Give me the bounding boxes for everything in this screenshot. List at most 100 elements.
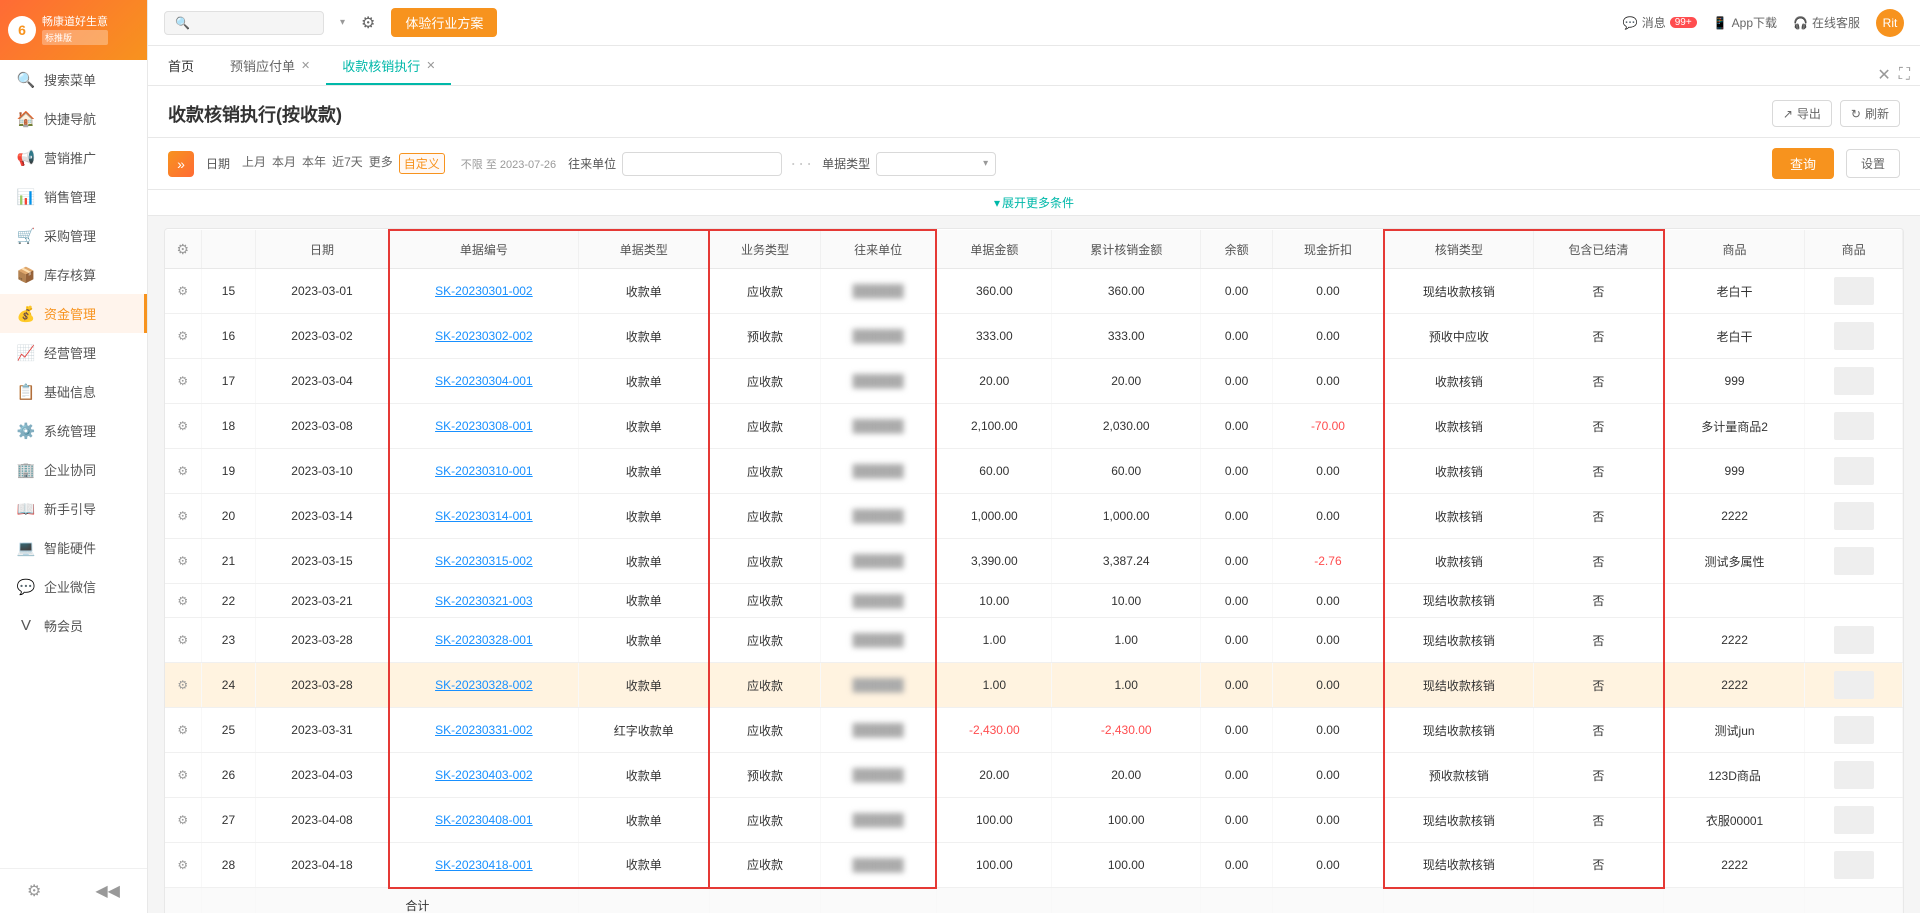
row-sn[interactable]: SK-20230328-001 — [389, 618, 579, 663]
sidebar-item-basic[interactable]: 📋 基础信息 — [0, 372, 147, 411]
expand-more-btn[interactable]: ▾ 展开更多条件 — [148, 190, 1920, 215]
date-link-this-year[interactable]: 本年 — [302, 153, 326, 174]
settings-bottom-btn[interactable]: ⚙ — [19, 877, 49, 905]
online-support-action[interactable]: 🎧 在线客服 — [1793, 14, 1860, 31]
sidebar-item-label: 采购管理 — [44, 226, 96, 245]
row-sn[interactable]: SK-20230328-002 — [389, 663, 579, 708]
table-row[interactable]: ⚙ 24 2023-03-28 SK-20230328-002 收款单 应收款 … — [165, 663, 1903, 708]
row-gear[interactable]: ⚙ — [165, 404, 201, 449]
sidebar-item-operations[interactable]: 📈 经营管理 — [0, 333, 147, 372]
maximize-icon[interactable]: ⛶ — [1899, 66, 1910, 84]
row-sn[interactable]: SK-20230308-001 — [389, 404, 579, 449]
row-gear[interactable]: ⚙ — [165, 618, 201, 663]
sidebar-item-search[interactable]: 🔍 搜索菜单 — [0, 60, 147, 99]
tab-presale-close[interactable]: ✕ — [301, 59, 310, 72]
row-sn[interactable]: SK-20230310-001 — [389, 449, 579, 494]
table-row[interactable]: ⚙ 18 2023-03-08 SK-20230308-001 收款单 应收款 … — [165, 404, 1903, 449]
table-row[interactable]: ⚙ 23 2023-03-28 SK-20230328-001 收款单 应收款 … — [165, 618, 1903, 663]
table-row[interactable]: ⚙ 28 2023-04-18 SK-20230418-001 收款单 应收款 … — [165, 843, 1903, 888]
row-gear[interactable]: ⚙ — [165, 359, 201, 404]
table-row[interactable]: ⚙ 19 2023-03-10 SK-20230310-001 收款单 应收款 … — [165, 449, 1903, 494]
table-row[interactable]: ⚙ 20 2023-03-14 SK-20230314-001 收款单 应收款 … — [165, 494, 1903, 539]
sidebar-item-hardware[interactable]: 💻 智能硬件 — [0, 528, 147, 567]
table-area[interactable]: ⚙ 日期 单据编号 单据类型 业务类型 往来单位 单据金额 累计核销金额 余额 … — [148, 216, 1920, 913]
table-row[interactable]: ⚙ 22 2023-03-21 SK-20230321-003 收款单 应收款 … — [165, 584, 1903, 618]
row-gear[interactable]: ⚙ — [165, 269, 201, 314]
table-row[interactable]: ⚙ 27 2023-04-08 SK-20230408-001 收款单 应收款 … — [165, 798, 1903, 843]
row-hxtype: 收款核销 — [1384, 404, 1534, 449]
solution-btn[interactable]: 体验行业方案 — [391, 8, 497, 37]
sidebar-item-shortcut[interactable]: 🏠 快捷导航 — [0, 99, 147, 138]
query-btn[interactable]: 查询 — [1772, 148, 1834, 179]
topbar-gear-icon[interactable]: ⚙ — [361, 13, 375, 33]
row-gear[interactable]: ⚙ — [165, 539, 201, 584]
row-gear[interactable]: ⚙ — [165, 494, 201, 539]
row-date: 2023-03-31 — [256, 708, 389, 753]
sidebar-item-enterprise[interactable]: 🏢 企业协同 — [0, 450, 147, 489]
row-gear[interactable]: ⚙ — [165, 708, 201, 753]
table-row[interactable]: ⚙ 15 2023-03-01 SK-20230301-002 收款单 应收款 … — [165, 269, 1903, 314]
row-gear[interactable]: ⚙ — [165, 798, 201, 843]
row-sn[interactable]: SK-20230315-002 — [389, 539, 579, 584]
row-hxtype: 现结收款核销 — [1384, 843, 1534, 888]
row-sn[interactable]: SK-20230304-001 — [389, 359, 579, 404]
row-gear[interactable]: ⚙ — [165, 314, 201, 359]
table-row[interactable]: ⚙ 17 2023-03-04 SK-20230304-001 收款单 应收款 … — [165, 359, 1903, 404]
date-link-this-month[interactable]: 本月 — [272, 153, 296, 174]
book-icon: 📖 — [16, 500, 36, 518]
topbar-search-icon: 🔍 — [175, 16, 190, 30]
message-action[interactable]: 💬 消息 99+ — [1623, 14, 1697, 31]
date-link-more[interactable]: 更多 — [369, 153, 393, 174]
export-btn[interactable]: ↗ 导出 — [1772, 100, 1832, 127]
row-sn[interactable]: SK-20230331-002 — [389, 708, 579, 753]
partner-input[interactable] — [622, 152, 782, 176]
row-gear[interactable]: ⚙ — [165, 753, 201, 798]
topbar-search-box[interactable]: 🔍 — [164, 11, 324, 35]
row-sn[interactable]: SK-20230418-001 — [389, 843, 579, 888]
date-link-last-month[interactable]: 上月 — [242, 153, 266, 174]
row-sn[interactable]: SK-20230403-002 — [389, 753, 579, 798]
collapse-sidebar-btn[interactable]: ◀◀ — [87, 877, 128, 905]
sidebar-item-sales[interactable]: 📊 销售管理 — [0, 177, 147, 216]
tab-presale[interactable]: 预销应付单 ✕ — [214, 48, 326, 85]
refresh-btn[interactable]: ↻ 刷新 — [1840, 100, 1900, 127]
sidebar-item-purchase[interactable]: 🛒 采购管理 — [0, 216, 147, 255]
row-num: 17 — [201, 359, 256, 404]
app-download-action[interactable]: 📱 App下载 — [1713, 14, 1777, 31]
table-row[interactable]: ⚙ 26 2023-04-03 SK-20230403-002 收款单 预收款 … — [165, 753, 1903, 798]
table-row[interactable]: ⚙ 25 2023-03-31 SK-20230331-002 红字收款单 应收… — [165, 708, 1903, 753]
row-sn[interactable]: SK-20230302-002 — [389, 314, 579, 359]
sidebar-item-marketing[interactable]: 📢 营销推广 — [0, 138, 147, 177]
row-sn[interactable]: SK-20230314-001 — [389, 494, 579, 539]
sidebar-item-wechat[interactable]: 💬 企业微信 — [0, 567, 147, 606]
close-window-icon[interactable]: ✕ — [1877, 65, 1890, 85]
row-gear[interactable]: ⚙ — [165, 843, 201, 888]
table-row[interactable]: ⚙ 16 2023-03-02 SK-20230302-002 收款单 预收款 … — [165, 314, 1903, 359]
topbar-dropdown-chevron[interactable]: ▾ — [340, 17, 345, 28]
row-gear[interactable]: ⚙ — [165, 584, 201, 618]
row-gear[interactable]: ⚙ — [165, 663, 201, 708]
row-gear[interactable]: ⚙ — [165, 449, 201, 494]
th-gear[interactable]: ⚙ — [165, 230, 201, 269]
row-sn[interactable]: SK-20230408-001 — [389, 798, 579, 843]
sidebar-item-member[interactable]: V 畅会员 — [0, 606, 147, 645]
sidebar-item-system[interactable]: ⚙️ 系统管理 — [0, 411, 147, 450]
tab-receipt[interactable]: 收款核销执行 ✕ — [326, 48, 451, 85]
filter-expand-btn[interactable]: » — [168, 151, 194, 177]
row-sn[interactable]: SK-20230301-002 — [389, 269, 579, 314]
sidebar-item-inventory[interactable]: 📦 库存核算 — [0, 255, 147, 294]
row-sn[interactable]: SK-20230321-003 — [389, 584, 579, 618]
row-num: 21 — [201, 539, 256, 584]
row-hxtype: 现结收款核销 — [1384, 798, 1534, 843]
row-biztype: 应收款 — [709, 663, 820, 708]
user-avatar[interactable]: Rit — [1876, 9, 1904, 37]
sidebar-item-guide[interactable]: 📖 新手引导 — [0, 489, 147, 528]
bill-type-select[interactable] — [876, 152, 996, 176]
table-row[interactable]: ⚙ 21 2023-03-15 SK-20230315-002 收款单 应收款 … — [165, 539, 1903, 584]
date-custom-btn[interactable]: 自定义 — [399, 153, 445, 174]
tab-home[interactable]: 首页 — [148, 48, 214, 85]
sidebar-item-finance[interactable]: 💰 资金管理 — [0, 294, 147, 333]
date-link-7days[interactable]: 近7天 — [332, 153, 363, 174]
tab-receipt-close[interactable]: ✕ — [426, 59, 435, 72]
filter-setting-btn[interactable]: 设置 — [1846, 149, 1900, 178]
